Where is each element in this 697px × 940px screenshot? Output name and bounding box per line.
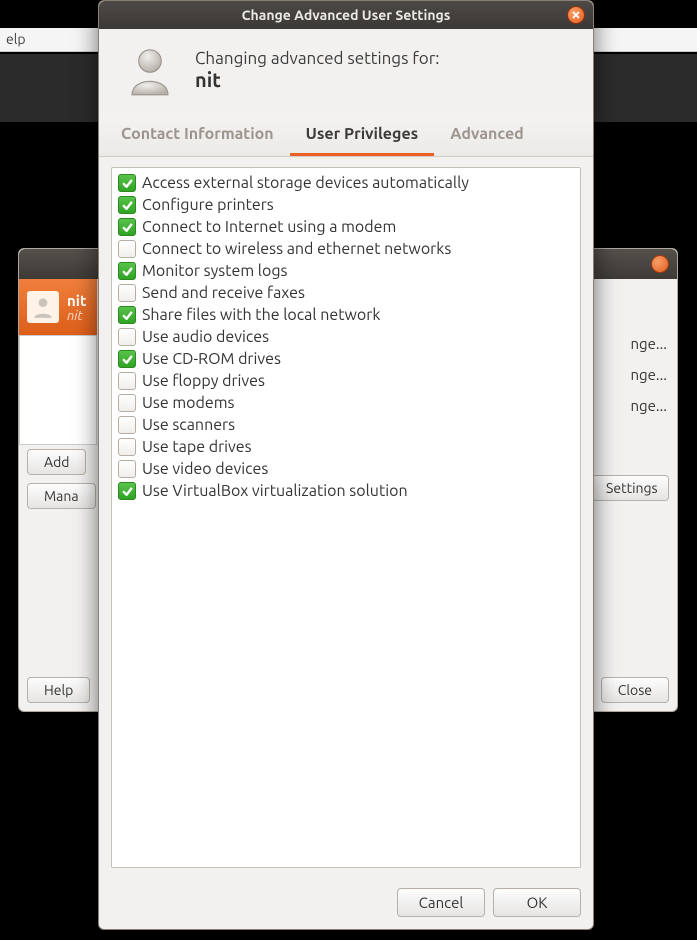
privilege-label: Use VirtualBox virtualization solution — [142, 482, 408, 500]
privilege-checkbox[interactable] — [118, 350, 136, 368]
close-icon[interactable] — [567, 6, 585, 24]
bg-change-link[interactable]: nge... — [630, 335, 667, 352]
privilege-checkbox[interactable] — [118, 218, 136, 236]
bg-change-link[interactable]: nge... — [630, 397, 667, 414]
privilege-label: Connect to Internet using a modem — [142, 218, 396, 236]
privileges-panel: Access external storage devices automati… — [99, 157, 593, 878]
dialog-titlebar: Change Advanced User Settings — [99, 1, 593, 29]
privilege-label: Monitor system logs — [142, 262, 288, 280]
privilege-row: Use CD-ROM drives — [116, 348, 576, 370]
privilege-label: Share files with the local network — [142, 306, 380, 324]
privilege-checkbox[interactable] — [118, 460, 136, 478]
privileges-list: Access external storage devices automati… — [111, 167, 581, 868]
bg-change-link[interactable]: nge... — [630, 366, 667, 383]
privilege-label: Configure printers — [142, 196, 274, 214]
add-button[interactable]: Add — [27, 449, 86, 475]
privilege-row: Use floppy drives — [116, 370, 576, 392]
header-username: nit — [195, 68, 439, 91]
advanced-settings-button[interactable]: Settings — [589, 475, 669, 501]
privilege-checkbox[interactable] — [118, 196, 136, 214]
bg-menu-text[interactable]: elp — [6, 31, 26, 47]
privilege-row: Use scanners — [116, 414, 576, 436]
user-avatar-icon — [123, 43, 177, 97]
dialog-header: Changing advanced settings for: nit — [99, 29, 593, 115]
bg-change-links: nge... nge... nge... — [630, 335, 667, 414]
help-button[interactable]: Help — [27, 677, 90, 703]
privilege-checkbox[interactable] — [118, 482, 136, 500]
privilege-row: Monitor system logs — [116, 260, 576, 282]
privilege-label: Use video devices — [142, 460, 268, 478]
dialog-title: Change Advanced User Settings — [242, 7, 451, 23]
privilege-row: Share files with the local network — [116, 304, 576, 326]
privilege-label: Use CD-ROM drives — [142, 350, 281, 368]
bg-user-name: nit — [67, 292, 86, 309]
privilege-row: Access external storage devices automati… — [116, 172, 576, 194]
privilege-row: Connect to Internet using a modem — [116, 216, 576, 238]
bg-user-list — [19, 335, 97, 445]
header-line1: Changing advanced settings for: — [195, 49, 439, 68]
manage-button[interactable]: Mana — [27, 483, 96, 509]
privilege-row: Connect to wireless and ethernet network… — [116, 238, 576, 260]
privilege-row: Use tape drives — [116, 436, 576, 458]
privilege-row: Send and receive faxes — [116, 282, 576, 304]
privilege-checkbox[interactable] — [118, 394, 136, 412]
close-button[interactable]: Close — [601, 677, 669, 703]
privilege-checkbox[interactable] — [118, 174, 136, 192]
bg-avatar-icon — [27, 291, 59, 323]
privilege-label: Use floppy drives — [142, 372, 265, 390]
privilege-checkbox[interactable] — [118, 306, 136, 324]
dialog-footer: Cancel OK — [99, 878, 593, 929]
privilege-checkbox[interactable] — [118, 328, 136, 346]
privilege-label: Use audio devices — [142, 328, 269, 346]
bg-close-icon[interactable] — [651, 255, 669, 273]
privilege-row: Use VirtualBox virtualization solution — [116, 480, 576, 502]
privilege-checkbox[interactable] — [118, 438, 136, 456]
privilege-label: Send and receive faxes — [142, 284, 305, 302]
privilege-row: Use video devices — [116, 458, 576, 480]
tabs: Contact Information User Privileges Adva… — [99, 115, 593, 157]
privilege-label: Use modems — [142, 394, 234, 412]
privilege-row: Use modems — [116, 392, 576, 414]
privilege-label: Access external storage devices automati… — [142, 174, 469, 192]
privilege-checkbox[interactable] — [118, 372, 136, 390]
privilege-checkbox[interactable] — [118, 416, 136, 434]
privilege-label: Connect to wireless and ethernet network… — [142, 240, 451, 258]
tab-advanced[interactable]: Advanced — [434, 115, 540, 156]
bg-user-sub: nit — [67, 309, 86, 323]
privilege-row: Use audio devices — [116, 326, 576, 348]
privilege-label: Use tape drives — [142, 438, 252, 456]
ok-button[interactable]: OK — [493, 888, 581, 917]
tab-user-privileges[interactable]: User Privileges — [290, 115, 435, 156]
privilege-checkbox[interactable] — [118, 262, 136, 280]
bg-user-row[interactable]: nit nit — [19, 279, 97, 335]
advanced-settings-dialog: Change Advanced User Settings Changing a… — [98, 0, 594, 930]
tab-contact-information[interactable]: Contact Information — [105, 115, 290, 156]
privilege-row: Configure printers — [116, 194, 576, 216]
privilege-label: Use scanners — [142, 416, 235, 434]
privilege-checkbox[interactable] — [118, 240, 136, 258]
privilege-checkbox[interactable] — [118, 284, 136, 302]
cancel-button[interactable]: Cancel — [397, 888, 485, 917]
